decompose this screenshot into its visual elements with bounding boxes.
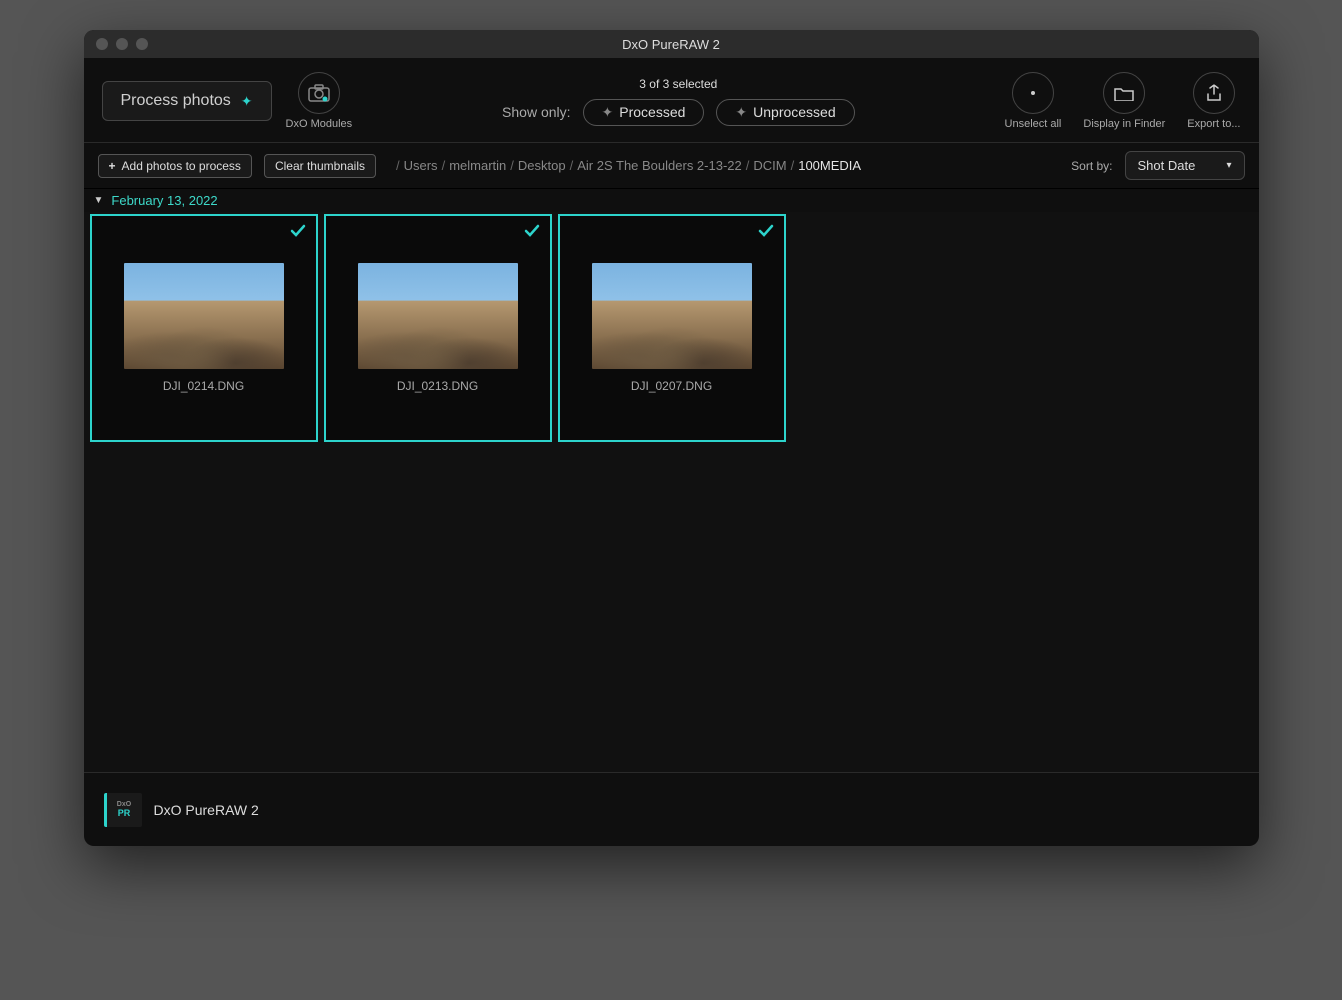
window-title: DxO PureRAW 2: [622, 37, 720, 52]
breadcrumb-separator: /: [396, 158, 400, 173]
sort-value: Shot Date: [1138, 158, 1196, 173]
thumbnail-card[interactable]: DJI_0207.DNG: [558, 214, 786, 442]
chevron-down-icon: ▾: [1226, 160, 1231, 171]
add-photos-label: Add photos to process: [122, 159, 241, 173]
statusbar: DxO PR DxO PureRAW 2: [84, 772, 1259, 846]
breadcrumb: /Users/melmartin/Desktop/Air 2S The Boul…: [388, 158, 1059, 173]
app-window: DxO PureRAW 2 Process photos ✦ DxO Modul…: [84, 30, 1259, 846]
thumbnail-filename: DJI_0207.DNG: [631, 379, 712, 393]
breadcrumb-separator: /: [442, 158, 446, 173]
breadcrumb-segment[interactable]: Users: [404, 158, 438, 173]
filter-unprocessed-button[interactable]: ✦ Unprocessed: [716, 99, 854, 126]
sparkle-icon: ✦: [602, 104, 614, 121]
display-label: Display in Finder: [1083, 118, 1165, 130]
thumbnail-image: [358, 263, 518, 369]
unselect-all-button[interactable]: Unselect all: [1005, 72, 1062, 130]
process-label: Process photos: [121, 92, 231, 110]
breadcrumb-separator: /: [510, 158, 514, 173]
breadcrumb-segment[interactable]: Air 2S The Boulders 2-13-22: [577, 158, 742, 173]
traffic-lights: [84, 38, 148, 50]
thumbnail-card[interactable]: DJI_0213.DNG: [324, 214, 552, 442]
app-icon: DxO PR: [104, 793, 142, 827]
unselect-icon: [1012, 72, 1054, 114]
breadcrumb-separator: /: [791, 158, 795, 173]
export-icon: [1193, 72, 1235, 114]
plus-icon: +: [109, 159, 116, 173]
sort-select[interactable]: Shot Date ▾: [1125, 151, 1245, 180]
group-date-label: February 13, 2022: [111, 193, 217, 208]
titlebar: DxO PureRAW 2: [84, 30, 1259, 58]
thumbnail-image: [124, 263, 284, 369]
thumbnail-grid: DJI_0214.DNG DJI_0213.DNG DJI_0207.DNG: [84, 212, 1259, 772]
maximize-icon[interactable]: [136, 38, 148, 50]
show-only-label: Show only:: [502, 104, 570, 120]
date-group-header[interactable]: ▼ February 13, 2022: [84, 189, 1259, 212]
subbar: + Add photos to process Clear thumbnails…: [84, 143, 1259, 189]
sparkle-icon: ✦: [735, 104, 747, 121]
filter-unprocessed-label: Unprocessed: [753, 104, 836, 120]
breadcrumb-separator: /: [570, 158, 574, 173]
breadcrumb-segment[interactable]: DCIM: [753, 158, 786, 173]
selection-count: 3 of 3 selected: [639, 77, 717, 91]
export-to-button[interactable]: Export to...: [1187, 72, 1240, 130]
toolbar-center: 3 of 3 selected Show only: ✦ Processed ✦…: [366, 77, 990, 126]
toolbar-right: Unselect all Display in Finder Export to…: [1005, 72, 1241, 130]
display-in-finder-button[interactable]: Display in Finder: [1083, 72, 1165, 130]
modules-label: DxO Modules: [286, 118, 353, 130]
breadcrumb-separator: /: [746, 158, 750, 173]
app-name-label: DxO PureRAW 2: [154, 802, 259, 818]
add-photos-button[interactable]: + Add photos to process: [98, 154, 252, 178]
clear-label: Clear thumbnails: [275, 159, 365, 173]
thumbnail-filename: DJI_0213.DNG: [397, 379, 478, 393]
close-icon[interactable]: [96, 38, 108, 50]
check-icon: [758, 224, 774, 238]
toolbar: Process photos ✦ DxO Modules 3 of 3 sele…: [84, 58, 1259, 143]
thumbnail-card[interactable]: DJI_0214.DNG: [90, 214, 318, 442]
camera-icon: [298, 72, 340, 114]
filter-processed-button[interactable]: ✦ Processed: [583, 99, 705, 126]
dxo-modules-button[interactable]: DxO Modules: [286, 72, 353, 130]
breadcrumb-segment[interactable]: 100MEDIA: [798, 158, 861, 173]
filter-processed-label: Processed: [619, 104, 685, 120]
unselect-label: Unselect all: [1005, 118, 1062, 130]
thumbnail-filename: DJI_0214.DNG: [163, 379, 244, 393]
export-label: Export to...: [1187, 118, 1240, 130]
sparkle-icon: ✦: [241, 93, 253, 110]
minimize-icon[interactable]: [116, 38, 128, 50]
check-icon: [290, 224, 306, 238]
clear-thumbnails-button[interactable]: Clear thumbnails: [264, 154, 376, 178]
check-icon: [524, 224, 540, 238]
disclosure-triangle-icon: ▼: [94, 195, 104, 206]
folder-icon: [1103, 72, 1145, 114]
filter-row: Show only: ✦ Processed ✦ Unprocessed: [502, 99, 855, 126]
breadcrumb-segment[interactable]: melmartin: [449, 158, 506, 173]
process-photos-button[interactable]: Process photos ✦: [102, 81, 272, 121]
breadcrumb-segment[interactable]: Desktop: [518, 158, 566, 173]
sort-by-label: Sort by:: [1071, 159, 1112, 173]
thumbnail-image: [592, 263, 752, 369]
